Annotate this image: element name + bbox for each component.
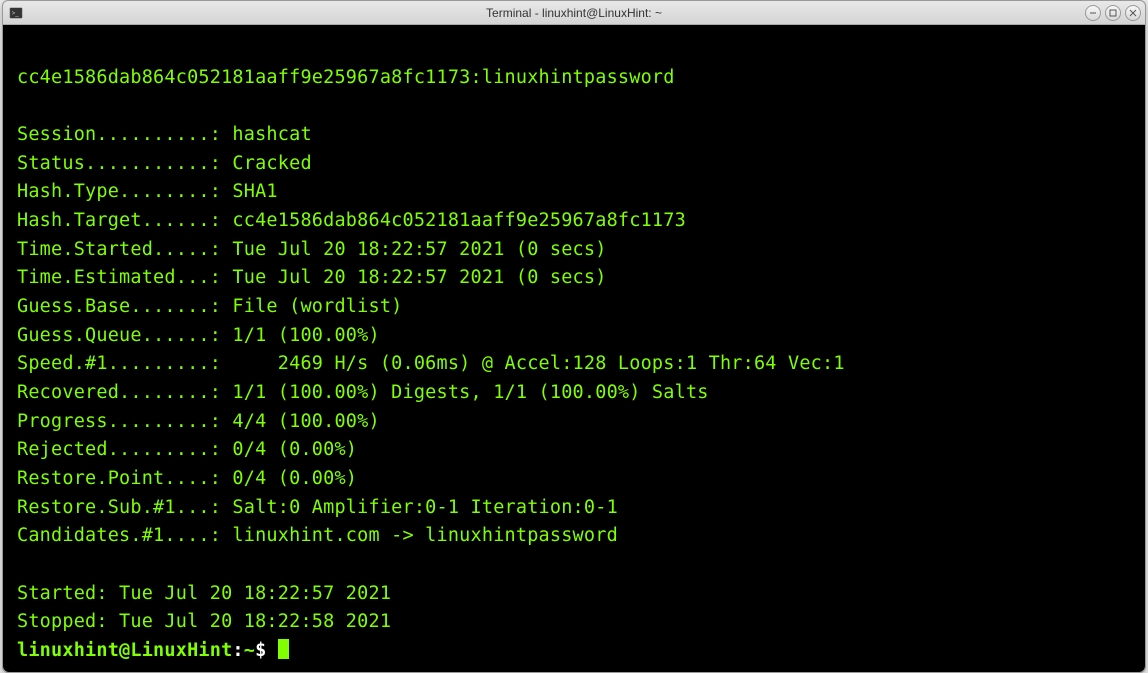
terminal-app-icon: >_ xyxy=(9,6,23,20)
prompt-path: ~ xyxy=(244,640,255,661)
terminal-window: >_ Terminal - linuxhint@LinuxHint: ~ cc4… xyxy=(2,0,1146,673)
prompt-user-host: linuxhint@LinuxHint xyxy=(17,640,232,661)
cursor xyxy=(278,639,289,659)
titlebar[interactable]: >_ Terminal - linuxhint@LinuxHint: ~ xyxy=(3,1,1145,25)
output-line xyxy=(17,35,1131,64)
guess-queue-line: Guess.Queue......: 1/1 (100.00%) xyxy=(17,322,1131,351)
svg-text:>_: >_ xyxy=(12,9,20,16)
close-button[interactable] xyxy=(1125,5,1141,21)
output-line xyxy=(17,551,1131,580)
window-controls xyxy=(1085,5,1141,21)
progress-line: Progress.........: 4/4 (100.00%) xyxy=(17,408,1131,437)
terminal-body[interactable]: cc4e1586dab864c052181aaff9e25967a8fc1173… xyxy=(3,25,1145,672)
prompt-line: linuxhint@LinuxHint:~$ xyxy=(17,637,1131,666)
guess-base-line: Guess.Base.......: File (wordlist) xyxy=(17,293,1131,322)
output-line xyxy=(17,92,1131,121)
time-estimated-line: Time.Estimated...: Tue Jul 20 18:22:57 2… xyxy=(17,264,1131,293)
session-line: Session..........: hashcat xyxy=(17,121,1131,150)
status-line: Status...........: Cracked xyxy=(17,150,1131,179)
recovered-line: Recovered........: 1/1 (100.00%) Digests… xyxy=(17,379,1131,408)
window-title: Terminal - linuxhint@LinuxHint: ~ xyxy=(486,6,662,20)
cracked-hash-line: cc4e1586dab864c052181aaff9e25967a8fc1173… xyxy=(17,64,1131,93)
speed-line: Speed.#1.........: 2469 H/s (0.06ms) @ A… xyxy=(17,350,1131,379)
started-line: Started: Tue Jul 20 18:22:57 2021 xyxy=(17,580,1131,609)
restore-sub-line: Restore.Sub.#1...: Salt:0 Amplifier:0-1 … xyxy=(17,494,1131,523)
prompt-dollar: $ xyxy=(255,640,278,661)
stopped-line: Stopped: Tue Jul 20 18:22:58 2021 xyxy=(17,608,1131,637)
restore-point-line: Restore.Point....: 0/4 (0.00%) xyxy=(17,465,1131,494)
time-started-line: Time.Started.....: Tue Jul 20 18:22:57 2… xyxy=(17,236,1131,265)
hash-type-line: Hash.Type........: SHA1 xyxy=(17,178,1131,207)
candidates-line: Candidates.#1....: linuxhint.com -> linu… xyxy=(17,522,1131,551)
minimize-button[interactable] xyxy=(1085,5,1101,21)
maximize-button[interactable] xyxy=(1105,5,1121,21)
rejected-line: Rejected.........: 0/4 (0.00%) xyxy=(17,436,1131,465)
hash-target-line: Hash.Target......: cc4e1586dab864c052181… xyxy=(17,207,1131,236)
prompt-colon: : xyxy=(232,640,243,661)
